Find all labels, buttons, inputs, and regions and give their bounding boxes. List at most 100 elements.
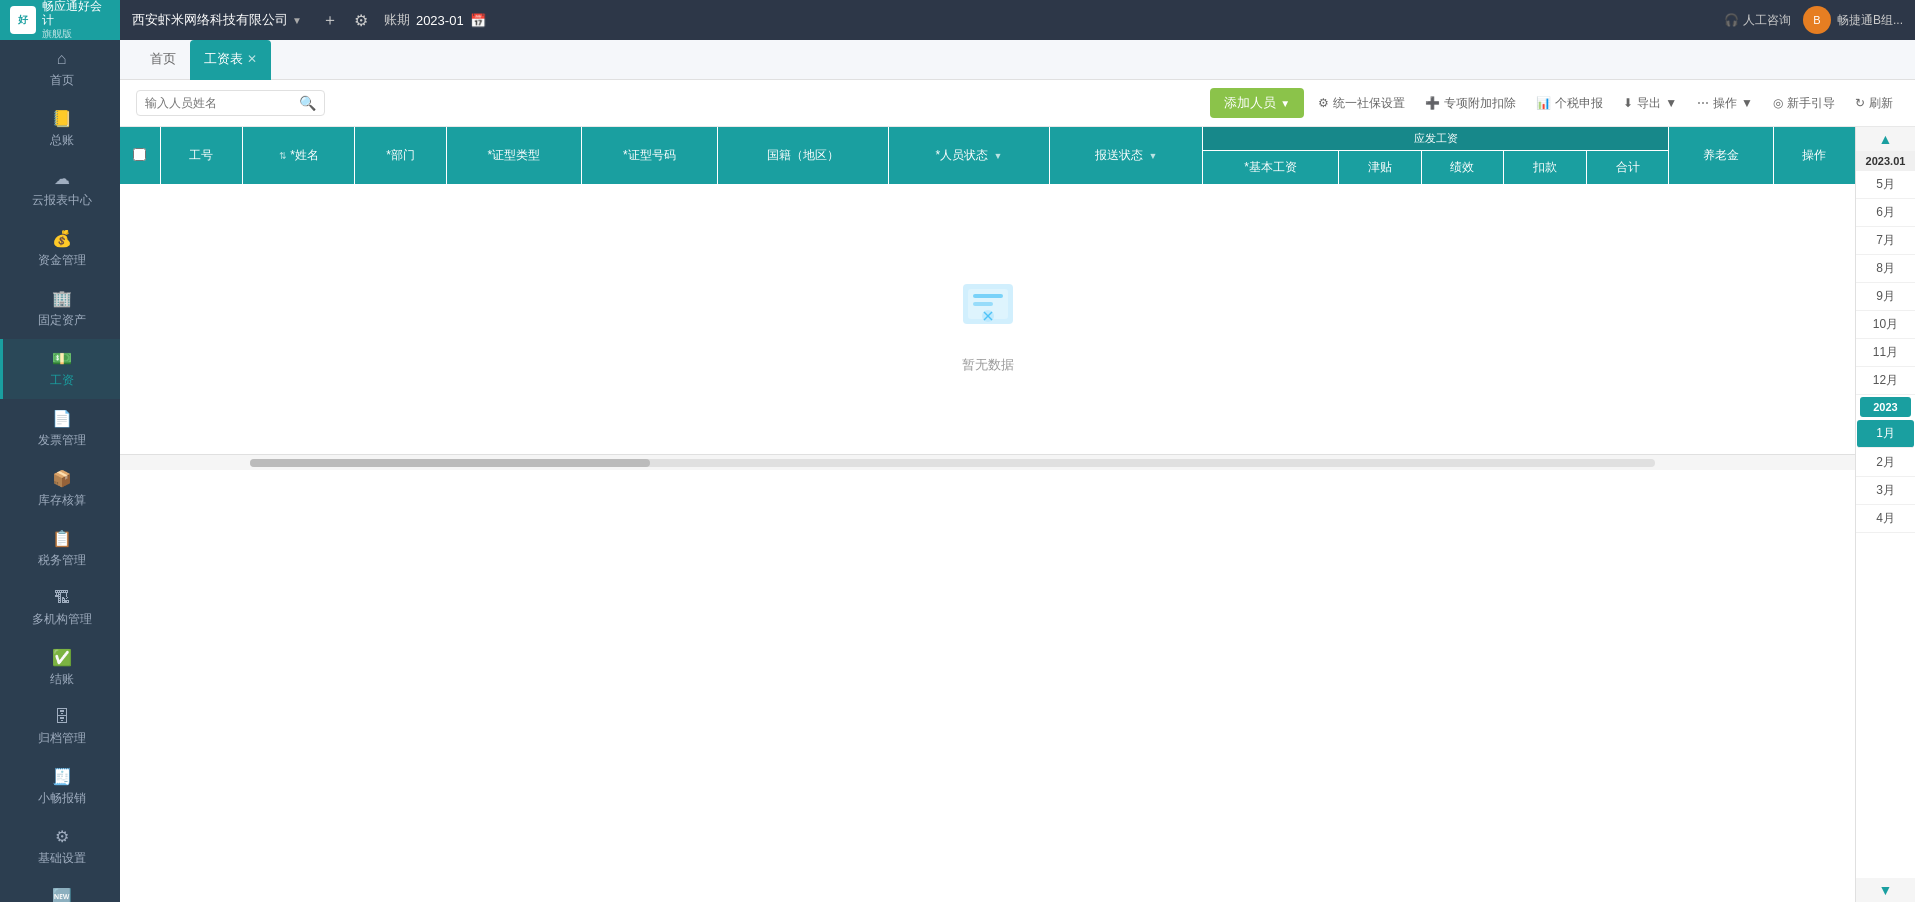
app-name: 畅应通好会计 (42, 0, 110, 27)
tab-salary[interactable]: 工资表 ✕ (190, 40, 271, 80)
fixed-assets-icon: 🏢 (52, 289, 72, 308)
sidebar-item-fixed-assets[interactable]: 🏢 固定资产 (0, 279, 120, 339)
sidebar-item-label: 固定资产 (38, 312, 86, 329)
period-label: 账期 (384, 11, 410, 29)
status-filter-icon[interactable]: ▼ (993, 151, 1002, 161)
sidebar-item-salary[interactable]: 💵 工资 (0, 339, 120, 399)
empty-illustration (948, 264, 1028, 344)
dept-header: *部门 (355, 127, 446, 184)
sidebar-item-label: 首页 (50, 72, 74, 89)
tax-report-icon: 📊 (1536, 96, 1551, 110)
salary-group-header: 应发工资 (1203, 127, 1668, 151)
month-item-1[interactable]: 1月 (1857, 420, 1914, 448)
service-button[interactable]: 🎧 人工咨询 (1724, 12, 1791, 29)
month-item-8[interactable]: 8月 (1856, 255, 1915, 283)
calendar-icon[interactable]: 📅 (470, 13, 486, 28)
select-all-checkbox[interactable] (133, 148, 146, 161)
toolbar: 🔍 添加人员 ▼ ⚙ 统一社保设置 ➕ 专项附加扣除 📊 个税申报 (120, 80, 1915, 127)
export-icon: ⬇ (1623, 96, 1633, 110)
tab-close-icon[interactable]: ✕ (247, 52, 257, 66)
scroll-up-arrow[interactable]: ▲ (1856, 127, 1915, 151)
cloud-icon: ☁ (54, 169, 70, 188)
sidebar-item-ledger[interactable]: 📒 总账 (0, 99, 120, 159)
export-arrow-icon: ▼ (1665, 96, 1677, 110)
sidebar-item-archive[interactable]: 🗄 归档管理 (0, 698, 120, 757)
social-security-icon: ⚙ (1318, 96, 1329, 110)
settings-icon[interactable]: ⚙ (350, 7, 372, 34)
sidebar-item-guide[interactable]: 🆕 新手引导 (0, 877, 120, 902)
sidebar-item-settle[interactable]: ✅ 结账 (0, 638, 120, 698)
sidebar-item-label: 资金管理 (38, 252, 86, 269)
month-item-7[interactable]: 7月 (1856, 227, 1915, 255)
sidebar-item-label: 总账 (50, 132, 74, 149)
logo-icon: 好 (10, 6, 36, 34)
performance-header: 绩效 (1421, 151, 1504, 185)
sidebar-item-multi-org[interactable]: 🏗 多机构管理 (0, 579, 120, 638)
export-button[interactable]: ⬇ 导出 ▼ (1617, 91, 1683, 116)
checkbox-column-header (120, 127, 160, 184)
top-header: 好 畅应通好会计 旗舰版 西安虾米网络科技有限公司 ▼ ＋ ⚙ 账期 2023-… (0, 0, 1915, 40)
total-header: 合计 (1586, 151, 1668, 185)
name-header: ⇅ *姓名 (243, 127, 355, 184)
report-filter-icon[interactable]: ▼ (1149, 151, 1158, 161)
sidebar-item-label: 多机构管理 (32, 611, 92, 628)
guide-button[interactable]: ◎ 新手引导 (1767, 91, 1841, 116)
tax-icon: 📋 (52, 529, 72, 548)
right-header: 🎧 人工咨询 B 畅捷通B组... (1724, 6, 1903, 34)
month-item-10[interactable]: 10月 (1856, 311, 1915, 339)
sidebar-item-label: 发票管理 (38, 432, 86, 449)
deduction-header: 扣款 (1504, 151, 1587, 185)
report-status-header: 报送状态 ▼ (1050, 127, 1203, 184)
special-deduction-button[interactable]: ➕ 专项附加扣除 (1419, 91, 1522, 116)
sidebar-item-fund[interactable]: 💰 资金管理 (0, 219, 120, 279)
toolbar-right: 添加人员 ▼ ⚙ 统一社保设置 ➕ 专项附加扣除 📊 个税申报 ⬇ (1210, 88, 1899, 118)
user-name[interactable]: 畅捷通B组... (1837, 12, 1903, 29)
main-layout: ⌂ 首页 📒 总账 ☁ 云报表中心 💰 资金管理 🏢 固定资产 💵 工资 📄 发… (0, 40, 1915, 902)
month-item-4[interactable]: 4月 (1856, 505, 1915, 533)
company-selector[interactable]: 西安虾米网络科技有限公司 ▼ (132, 11, 302, 29)
month-item-12[interactable]: 12月 (1856, 367, 1915, 395)
scroll-down-arrow[interactable]: ▼ (1856, 878, 1915, 902)
scroll-track (250, 459, 1655, 467)
month-item-3[interactable]: 3月 (1856, 477, 1915, 505)
month-item-9[interactable]: 9月 (1856, 283, 1915, 311)
right-panel: ▲ 2023.01 5月 6月 7月 8月 9月 10月 11月 12月 202… (1855, 127, 1915, 902)
sidebar-item-expense[interactable]: 🧾 小畅报销 (0, 757, 120, 817)
month-item-11[interactable]: 11月 (1856, 339, 1915, 367)
sidebar-item-invoice[interactable]: 📄 发票管理 (0, 399, 120, 459)
personal-tax-button[interactable]: 📊 个税申报 (1530, 91, 1609, 116)
status-header: *人员状态 ▼ (888, 127, 1050, 184)
sidebar-item-home[interactable]: ⌂ 首页 (0, 40, 120, 99)
sidebar-item-tax[interactable]: 📋 税务管理 (0, 519, 120, 579)
actions-header: 操作 (1773, 127, 1855, 184)
refresh-icon: ↻ (1855, 96, 1865, 110)
allowance-header: 津贴 (1338, 151, 1421, 185)
tab-home[interactable]: 首页 (136, 40, 190, 80)
year-badge: 2023 (1860, 397, 1911, 417)
guide-icon: 🆕 (52, 887, 72, 902)
svg-rect-2 (973, 294, 1003, 298)
month-item-6[interactable]: 6月 (1856, 199, 1915, 227)
month-item-2[interactable]: 2月 (1856, 449, 1915, 477)
sidebar-item-settings[interactable]: ⚙ 基础设置 (0, 817, 120, 877)
expense-icon: 🧾 (52, 767, 72, 786)
search-input[interactable] (145, 96, 295, 110)
logo-area: 好 畅应通好会计 旗舰版 (0, 0, 120, 40)
sidebar-item-inventory[interactable]: 📦 库存核算 (0, 459, 120, 519)
period-header: 2023.01 (1856, 151, 1915, 171)
id-type-header: *证型类型 (446, 127, 581, 184)
add-person-button[interactable]: 添加人员 ▼ (1210, 88, 1304, 118)
empty-state: 暂无数据 (120, 184, 1855, 454)
month-item-5[interactable]: 5月 (1856, 171, 1915, 199)
social-security-button[interactable]: ⚙ 统一社保设置 (1312, 91, 1411, 116)
archive-icon: 🗄 (54, 708, 70, 726)
add-company-button[interactable]: ＋ (318, 6, 342, 35)
refresh-button[interactable]: ↻ 刷新 (1849, 91, 1899, 116)
sort-icon: ⇅ (279, 151, 287, 161)
operations-button[interactable]: ⋯ 操作 ▼ (1691, 91, 1759, 116)
scroll-thumb[interactable] (250, 459, 650, 467)
sidebar-item-cloud-report[interactable]: ☁ 云报表中心 (0, 159, 120, 219)
table-container: 工号 ⇅ *姓名 *部门 *证型类型 *证型号码 国籍（地区） *人员状态 ▼ (120, 127, 1855, 902)
guide-toolbar-icon: ◎ (1773, 96, 1783, 110)
tab-bar: 首页 工资表 ✕ (120, 40, 1915, 80)
